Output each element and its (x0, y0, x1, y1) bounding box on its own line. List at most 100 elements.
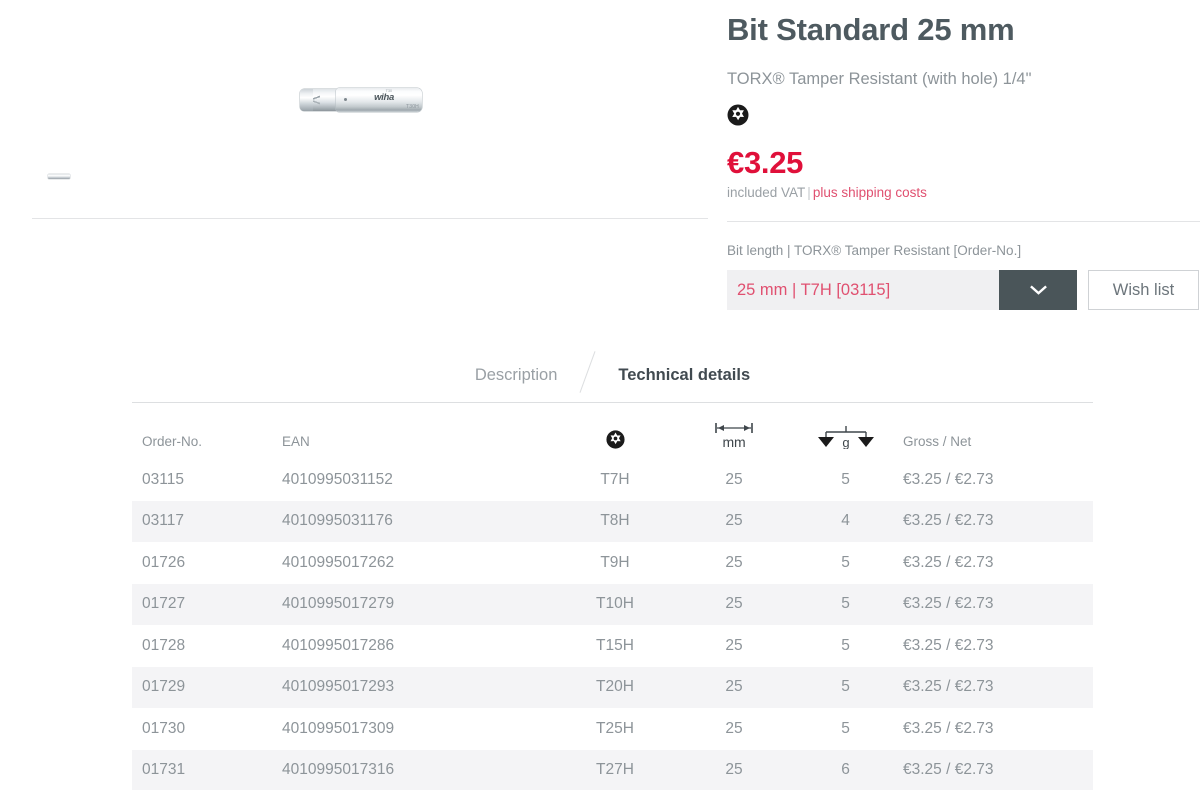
cell-order-no: 01728 (132, 625, 282, 667)
gallery-thumbnail-1[interactable] (32, 152, 86, 200)
torx-tamper-resistant-icon (727, 104, 749, 126)
tabs-underline (132, 402, 1093, 403)
cell-length: 25 (680, 542, 788, 584)
chevron-down-icon (1030, 285, 1047, 296)
gallery-divider (32, 218, 708, 219)
tab-technical-details[interactable]: Technical details (594, 364, 774, 392)
cell-length: 25 (680, 459, 788, 501)
table-header-row: Order-No. EAN (132, 415, 1093, 459)
column-header-ean: EAN (282, 415, 550, 459)
tab-description[interactable]: Description (451, 364, 582, 392)
screwdriver-bit-illustration: T30 wiha T30H (300, 87, 422, 113)
wishlist-button-label: Wish list (1113, 281, 1174, 300)
vat-note: included VAT (727, 185, 805, 200)
cell-torx: T20H (550, 667, 680, 709)
vat-and-shipping-note: included VAT|plus shipping costs (727, 184, 1200, 202)
table-row[interactable]: 017264010995017262T9H255€3.25 / €2.73 (132, 542, 1093, 584)
tab-list: Description Technical details (132, 352, 1093, 392)
cell-torx: T10H (550, 584, 680, 626)
cell-length: 25 (680, 584, 788, 626)
cell-order-no: 01726 (132, 542, 282, 584)
product-price: €3.25 (727, 145, 1200, 181)
cell-weight: 5 (788, 584, 903, 626)
column-header-gross-net: Gross / Net (903, 415, 1093, 459)
length-dimension-icon (714, 422, 754, 434)
product-tabs: Description Technical details (132, 352, 1093, 403)
variant-select[interactable]: 25 mm | T7H [03115] (727, 270, 999, 310)
cell-gross-net: €3.25 / €2.73 (903, 584, 1093, 626)
cell-ean: 4010995017293 (282, 667, 550, 709)
table-row[interactable]: 017274010995017279T10H255€3.25 / €2.73 (132, 584, 1093, 626)
tab-technical-details-label: Technical details (618, 366, 750, 384)
cell-ean: 4010995017309 (282, 708, 550, 750)
cell-weight: 5 (788, 708, 903, 750)
cell-torx: T25H (550, 708, 680, 750)
cell-weight: 6 (788, 750, 903, 790)
gallery-thumbnails (32, 152, 86, 200)
cell-torx: T15H (550, 625, 680, 667)
cell-weight: 5 (788, 625, 903, 667)
column-header-length: mm (680, 415, 788, 459)
length-unit-label: mm (723, 435, 746, 449)
info-divider (727, 221, 1200, 222)
variant-select-value: 25 mm | T7H [03115] (737, 281, 890, 300)
column-header-order-no: Order-No. (132, 415, 282, 459)
cell-ean: 4010995031176 (282, 501, 550, 543)
tab-description-label: Description (475, 366, 558, 384)
cell-torx: T9H (550, 542, 680, 584)
table-row[interactable]: 017294010995017293T20H255€3.25 / €2.73 (132, 667, 1093, 709)
table-row[interactable]: 031174010995031176T8H254€3.25 / €2.73 (132, 501, 1093, 543)
table-row[interactable]: 031154010995031152T7H255€3.25 / €2.73 (132, 459, 1093, 501)
cell-gross-net: €3.25 / €2.73 (903, 501, 1093, 543)
cell-order-no: 01729 (132, 667, 282, 709)
cell-gross-net: €3.25 / €2.73 (903, 542, 1093, 584)
cell-gross-net: €3.25 / €2.73 (903, 625, 1093, 667)
cell-length: 25 (680, 501, 788, 543)
balance-scale-icon: g (818, 425, 874, 449)
cell-ean: 4010995017279 (282, 584, 550, 626)
cell-length: 25 (680, 667, 788, 709)
cell-ean: 4010995031152 (282, 459, 550, 501)
product-detail-page: T30 wiha T30H Bit Standard 25 mm TORX® T… (0, 0, 1200, 790)
table-row[interactable]: 017304010995017309T25H255€3.25 / €2.73 (132, 708, 1093, 750)
cell-order-no: 01730 (132, 708, 282, 750)
table-body: 031154010995031152T7H255€3.25 / €2.73031… (132, 459, 1093, 790)
column-header-weight-inner: g (788, 425, 903, 449)
weight-unit-label: g (842, 435, 849, 449)
table-row[interactable]: 017284010995017286T15H255€3.25 / €2.73 (132, 625, 1093, 667)
cell-gross-net: €3.25 / €2.73 (903, 750, 1093, 790)
cell-order-no: 03117 (132, 501, 282, 543)
product-info-panel: Bit Standard 25 mm TORX® Tamper Resistan… (727, 0, 1200, 310)
cell-length: 25 (680, 625, 788, 667)
cell-ean: 4010995017316 (282, 750, 550, 790)
cell-ean: 4010995017262 (282, 542, 550, 584)
column-header-torx (550, 415, 680, 459)
cell-torx: T8H (550, 501, 680, 543)
variant-selector-label: Bit length | TORX® Tamper Resistant [Ord… (727, 242, 1200, 260)
cell-ean: 4010995017286 (282, 625, 550, 667)
bit-torx-tip (300, 89, 340, 111)
cell-order-no: 01727 (132, 584, 282, 626)
technical-details-table: Order-No. EAN (132, 415, 1093, 790)
shipping-costs-link[interactable]: plus shipping costs (813, 185, 927, 200)
torx-tamper-resistant-icon (606, 430, 625, 449)
cell-gross-net: €3.25 / €2.73 (903, 667, 1093, 709)
cell-weight: 5 (788, 667, 903, 709)
cell-length: 25 (680, 708, 788, 750)
product-gallery: T30 wiha T30H (0, 0, 708, 232)
cell-weight: 5 (788, 459, 903, 501)
cell-gross-net: €3.25 / €2.73 (903, 459, 1093, 501)
table-row[interactable]: 017314010995017316T27H256€3.25 / €2.73 (132, 750, 1093, 790)
thumbnail-bit-image (48, 174, 70, 179)
cell-length: 25 (680, 750, 788, 790)
wishlist-button[interactable]: Wish list (1088, 270, 1199, 310)
bit-shank: T30 wiha T30H (336, 88, 422, 112)
cell-torx: T7H (550, 459, 680, 501)
table-head: Order-No. EAN (132, 415, 1093, 459)
variant-dropdown-button[interactable] (999, 270, 1077, 310)
cell-weight: 4 (788, 501, 903, 543)
vat-separator: | (805, 185, 813, 200)
cell-order-no: 01731 (132, 750, 282, 790)
wiha-logo: wiha (374, 92, 394, 103)
product-main-image[interactable]: T30 wiha T30H (0, 0, 708, 200)
